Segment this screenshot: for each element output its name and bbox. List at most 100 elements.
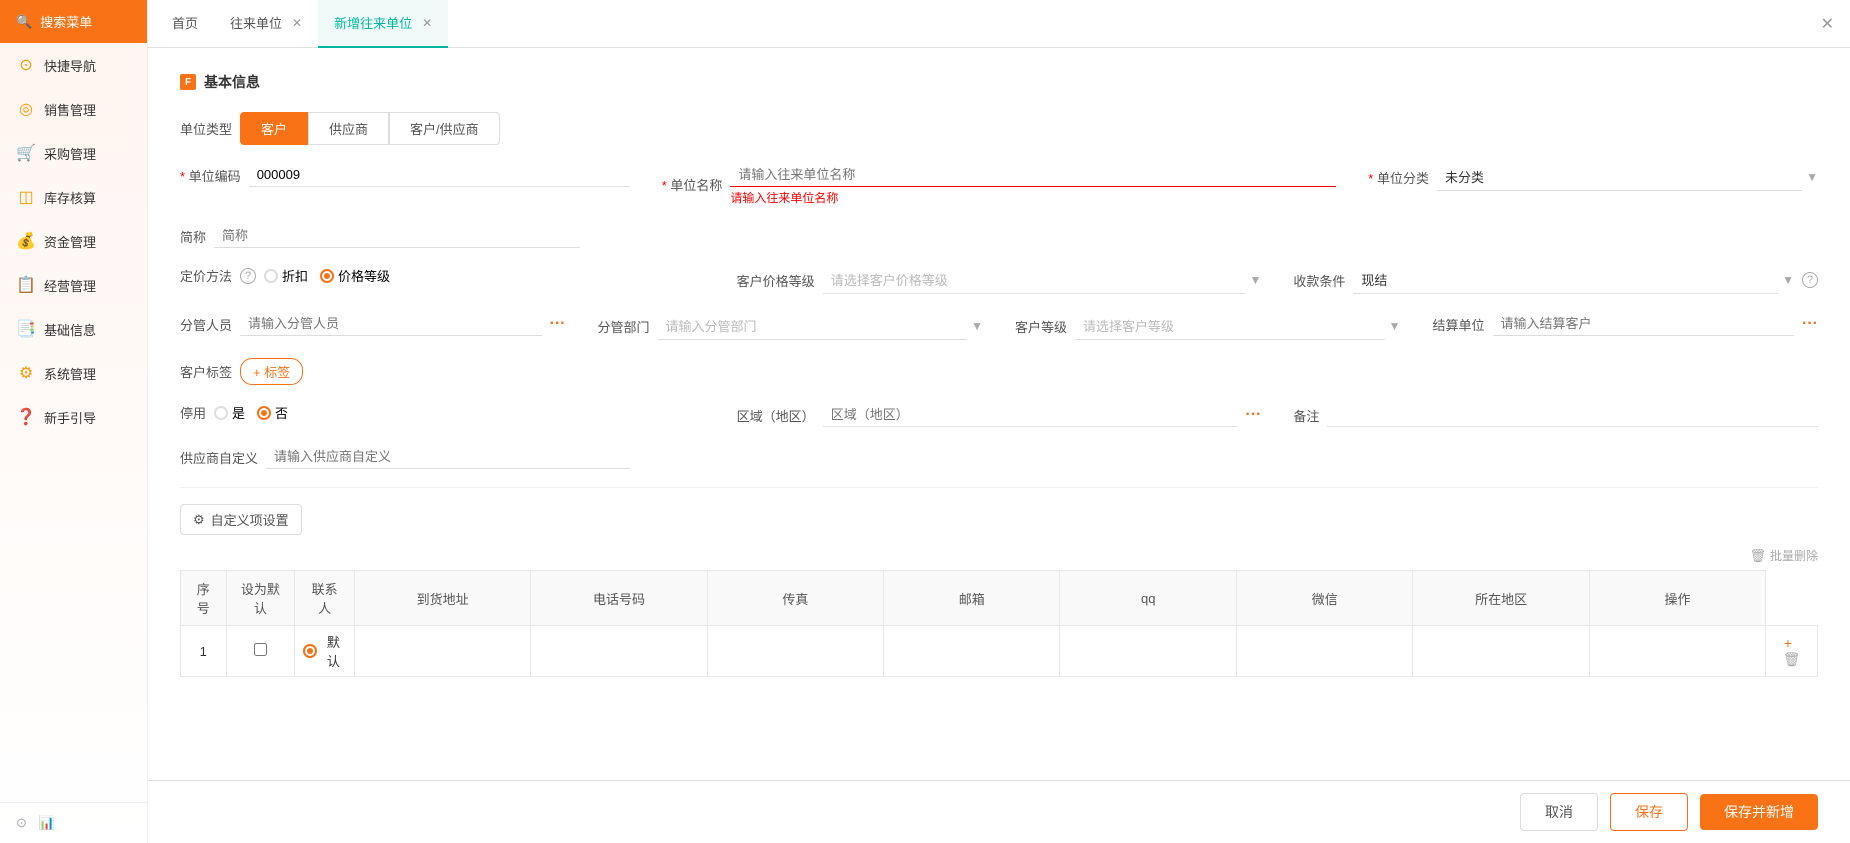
row-email[interactable]: [1060, 626, 1237, 677]
row-contact-input[interactable]: [363, 644, 522, 659]
contacts-table: 序号 设为默认 联系人 到货地址 电话号码 传真 邮箱 qq 微信 所在地区 操…: [180, 570, 1818, 677]
sidebar-item-guide[interactable]: ❓ 新手引导: [0, 395, 147, 439]
row-district-input[interactable]: [1598, 644, 1757, 659]
payment-terms-label: 收款条件: [1293, 271, 1345, 290]
row-default: 默认: [295, 626, 355, 677]
abbr-row: 简称: [180, 224, 1818, 248]
col-qq: qq: [1060, 571, 1237, 626]
code-name-category-row: 单位编码 单位名称 请输入往来单位名称 单位分类 未分类 ▼: [180, 163, 1818, 206]
sidebar-item-label: 经营管理: [44, 276, 96, 295]
pricing-level-option[interactable]: 价格等级: [320, 266, 390, 285]
department-field: 分管部门 请输入分管部门 ▼: [598, 312, 984, 340]
disable-no-radio: [257, 406, 271, 420]
tab-new-counterparty-close[interactable]: ✕: [422, 16, 432, 30]
sidebar-item-basic[interactable]: 📑 基础信息: [0, 307, 147, 351]
manager-row: 分管人员 ··· 分管部门 请输入分管部门 ▼ 客户等级 请选择客户等级 ▼ 结…: [180, 312, 1818, 340]
section-title-text: 基本信息: [204, 72, 260, 92]
row-phone[interactable]: [707, 626, 883, 677]
pricing-method-radio-group: 折扣 价格等级: [264, 266, 390, 285]
pricing-method-help[interactable]: ?: [240, 268, 256, 284]
supplier-custom-input[interactable]: [266, 445, 630, 469]
settlement-unit-input[interactable]: [1493, 312, 1795, 336]
save-and-new-button[interactable]: 保存并新增: [1700, 794, 1818, 830]
sidebar-item-purchase[interactable]: 🛒 采购管理: [0, 131, 147, 175]
row-address-input[interactable]: [539, 644, 698, 659]
sidebar-item-label: 基础信息: [44, 320, 96, 339]
disable-yes-option[interactable]: 是: [214, 403, 245, 422]
unit-name-input[interactable]: [730, 163, 1336, 187]
sidebar-item-quick-nav[interactable]: ⊙ 快捷导航: [0, 43, 147, 87]
batch-delete-label[interactable]: 批量删除: [1770, 547, 1818, 564]
sidebar-item-inventory[interactable]: ◫ 库存核算: [0, 175, 147, 219]
manager-ellipsis[interactable]: ···: [550, 315, 566, 333]
row-add-btn[interactable]: +: [1784, 635, 1792, 651]
region-ellipsis[interactable]: ···: [1245, 406, 1261, 424]
customer-level-field: 客户等级 请选择客户等级 ▼: [1015, 312, 1401, 340]
row-fax-input[interactable]: [892, 644, 1051, 659]
row-fax[interactable]: [884, 626, 1060, 677]
payment-terms-help[interactable]: ?: [1802, 272, 1818, 288]
row-delete-btn[interactable]: 🗑: [1783, 651, 1801, 667]
sidebar-item-finance[interactable]: 💰 资金管理: [0, 219, 147, 263]
sidebar-search[interactable]: 🔍 搜索菜单: [0, 0, 147, 43]
settlement-unit-label: 结算单位: [1433, 315, 1485, 334]
row-select-checkbox[interactable]: [254, 643, 267, 656]
row-wechat-input[interactable]: [1421, 644, 1580, 659]
disable-no-option[interactable]: 否: [257, 403, 288, 422]
unit-type-btn-customer[interactable]: 客户: [240, 112, 308, 145]
disable-no-label: 否: [275, 403, 288, 422]
row-default-radio-option[interactable]: 默认: [303, 632, 346, 670]
row-phone-input[interactable]: [716, 644, 875, 659]
remark-field: 备注: [1293, 403, 1818, 427]
unit-type-btn-both[interactable]: 客户/供应商: [389, 112, 500, 145]
row-address[interactable]: [531, 626, 707, 677]
payment-terms-value: 现结: [1353, 266, 1778, 294]
unit-category-select[interactable]: 未分类 ▼: [1437, 163, 1818, 191]
row-contact-name[interactable]: [354, 626, 530, 677]
cancel-button[interactable]: 取消: [1520, 793, 1598, 831]
sidebar-footer-icon2[interactable]: 📊: [39, 815, 55, 831]
department-select[interactable]: 请输入分管部门 ▼: [658, 312, 983, 340]
abbr-input[interactable]: [214, 224, 580, 248]
section-title: F 基本信息: [180, 72, 1818, 92]
remark-input[interactable]: [1327, 403, 1818, 427]
settlement-unit-field: 结算单位 ···: [1433, 312, 1819, 336]
row-district[interactable]: [1589, 626, 1765, 677]
sidebar-item-label: 库存核算: [44, 188, 96, 207]
sidebar-item-sales[interactable]: ◎ 销售管理: [0, 87, 147, 131]
sidebar-item-operations[interactable]: 📋 经营管理: [0, 263, 147, 307]
pricing-discount-option[interactable]: 折扣: [264, 266, 308, 285]
row-qq[interactable]: [1237, 626, 1413, 677]
row-checkbox[interactable]: [226, 626, 295, 677]
add-tag-button[interactable]: + 标签: [240, 358, 303, 385]
unit-name-wrapper: 请输入往来单位名称: [730, 163, 1336, 206]
row-wechat[interactable]: [1413, 626, 1589, 677]
save-button[interactable]: 保存: [1610, 793, 1688, 831]
tab-counterparty-close[interactable]: ✕: [292, 16, 302, 30]
unit-type-btn-supplier[interactable]: 供应商: [308, 112, 389, 145]
manager-input[interactable]: [240, 312, 542, 336]
pricing-discount-label: 折扣: [282, 266, 308, 285]
sidebar-footer-icon1[interactable]: ⊙: [16, 815, 27, 831]
unit-name-error: 请输入往来单位名称: [730, 189, 1336, 206]
tab-new-counterparty[interactable]: 新增往来单位 ✕: [318, 0, 448, 48]
tabbar-close-btn[interactable]: ✕: [1813, 14, 1842, 34]
unit-code-field: 单位编码: [180, 163, 630, 187]
settlement-unit-ellipsis[interactable]: ···: [1802, 315, 1818, 333]
payment-terms-chevron: ▼: [1782, 273, 1794, 287]
tab-counterparty[interactable]: 往来单位 ✕: [214, 0, 318, 48]
customer-level-select[interactable]: 请选择客户等级 ▼: [1075, 312, 1400, 340]
col-email: 邮箱: [884, 571, 1060, 626]
customer-price-level-select[interactable]: 请选择客户价格等级 ▼: [823, 266, 1262, 294]
customer-price-level-label: 客户价格等级: [737, 271, 815, 290]
inventory-icon: ◫: [16, 187, 36, 207]
payment-terms-select[interactable]: 现结 ▼: [1353, 266, 1794, 294]
tab-home[interactable]: 首页: [156, 0, 214, 48]
unit-code-input[interactable]: [249, 163, 630, 187]
sidebar-item-system[interactable]: ⚙ 系统管理: [0, 351, 147, 395]
finance-icon: 💰: [16, 231, 36, 251]
region-input[interactable]: [823, 403, 1238, 427]
row-email-input[interactable]: [1068, 644, 1228, 659]
custom-settings-button[interactable]: ⚙ 自定义项设置: [180, 504, 302, 535]
row-qq-input[interactable]: [1245, 644, 1404, 659]
